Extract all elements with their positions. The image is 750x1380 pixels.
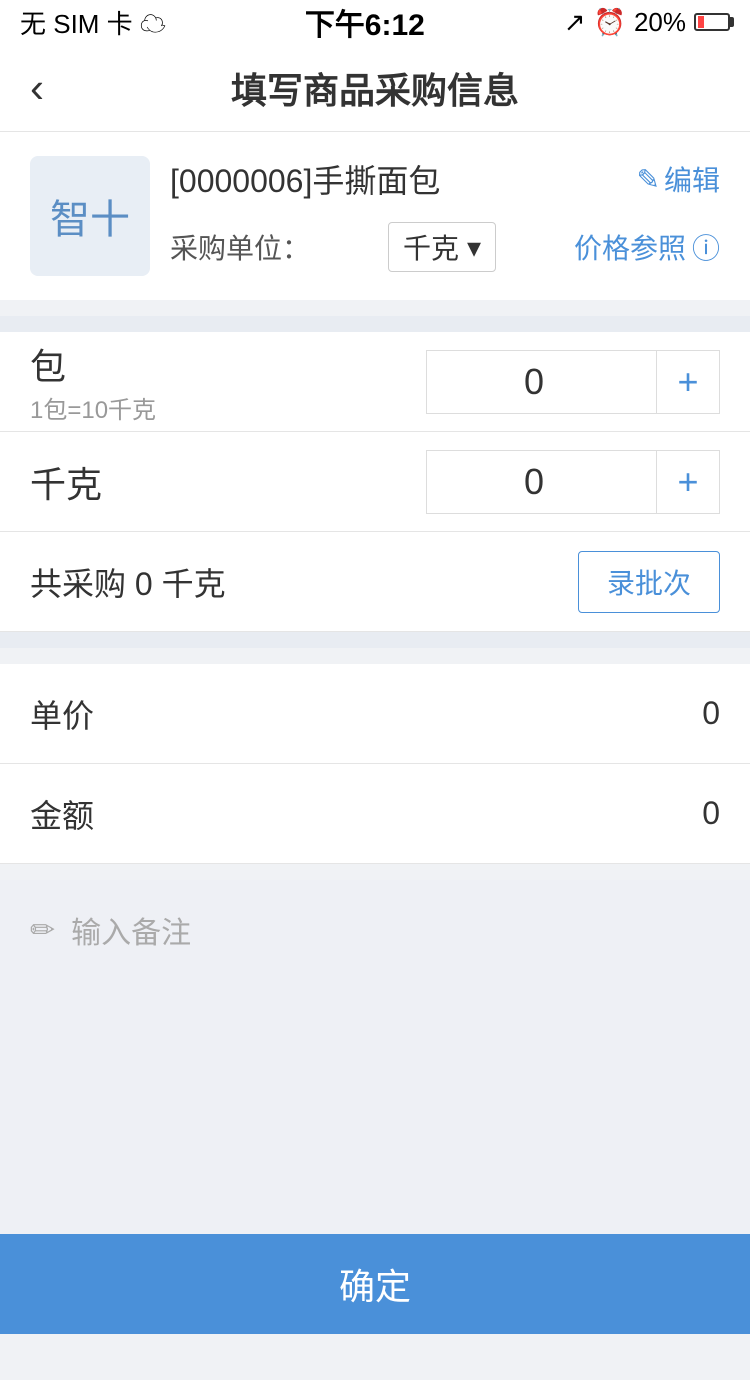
edit-icon: ✎ bbox=[637, 163, 660, 196]
product-logo-text: 智十 bbox=[50, 187, 130, 245]
status-right: ↗ ⏰ 20% bbox=[564, 7, 730, 38]
page-title: 填写商品采购信息 bbox=[231, 62, 519, 114]
kg-label-group: 千克 bbox=[30, 456, 190, 508]
edit-label: 编辑 bbox=[664, 159, 720, 199]
batch-button[interactable]: 录批次 bbox=[578, 551, 720, 613]
bag-label: 包 bbox=[30, 338, 190, 390]
input-section: 包 1包=10千克 + 千克 + bbox=[0, 332, 750, 532]
unit-price-row: 单价 0 bbox=[0, 664, 750, 764]
status-left: 无 SIM 卡 ☁ bbox=[20, 4, 166, 41]
kg-input-row: 千克 + bbox=[0, 432, 750, 532]
unit-price-label: 单价 bbox=[30, 691, 94, 737]
battery-percent: 20% bbox=[634, 7, 686, 38]
divider-1 bbox=[0, 316, 750, 332]
price-section: 单价 0 金额 0 bbox=[0, 664, 750, 864]
amount-label: 金额 bbox=[30, 791, 94, 837]
unit-select[interactable]: 千克 ▾ bbox=[388, 222, 496, 272]
kg-input-group: + bbox=[426, 450, 720, 514]
bag-input-group: + bbox=[426, 350, 720, 414]
summary-row: 共采购 0 千克 录批次 bbox=[0, 532, 750, 632]
kg-plus-button[interactable]: + bbox=[656, 450, 720, 514]
back-button[interactable]: ‹ bbox=[30, 67, 44, 109]
status-bar: 无 SIM 卡 ☁ 下午6:12 ↗ ⏰ 20% bbox=[0, 0, 750, 44]
edit-button[interactable]: ✎ 编辑 bbox=[637, 159, 720, 199]
kg-label: 千克 bbox=[30, 456, 190, 508]
product-name-row: [0000006]手撕面包 ✎ 编辑 bbox=[170, 156, 720, 202]
amount-row: 金额 0 bbox=[0, 764, 750, 864]
product-card: 智十 [0000006]手撕面包 ✎ 编辑 采购单位： 千克 ▾ 价格参照 ⓘ bbox=[0, 132, 750, 300]
location-icon: ↗ bbox=[564, 7, 586, 38]
bag-sub-label: 1包=10千克 bbox=[30, 390, 190, 425]
summary-text: 共采购 0 千克 bbox=[30, 559, 226, 605]
confirm-bar[interactable]: 确定 bbox=[0, 1234, 750, 1334]
product-image: 智十 bbox=[30, 156, 150, 276]
price-ref-button[interactable]: 价格参照 ⓘ bbox=[574, 227, 720, 267]
bag-plus-button[interactable]: + bbox=[656, 350, 720, 414]
bag-input[interactable] bbox=[426, 350, 656, 414]
amount-value: 0 bbox=[702, 795, 720, 832]
alarm-icon: ⏰ bbox=[594, 7, 626, 38]
unit-value: 千克 bbox=[403, 227, 459, 267]
sim-status: 无 SIM 卡 ☁ bbox=[20, 4, 166, 41]
bag-input-row: 包 1包=10千克 + bbox=[0, 332, 750, 432]
price-ref-label: 价格参照 bbox=[574, 227, 686, 267]
status-time: 下午6:12 bbox=[305, 0, 425, 44]
nav-bar: ‹ 填写商品采购信息 bbox=[0, 44, 750, 132]
purchase-unit-row: 采购单位： 千克 ▾ 价格参照 ⓘ bbox=[170, 222, 720, 272]
unit-label: 采购单位： bbox=[170, 227, 310, 267]
confirm-button-label: 确定 bbox=[339, 1258, 411, 1310]
pencil-icon: ✏ bbox=[30, 913, 55, 948]
product-name: [0000006]手撕面包 bbox=[170, 156, 440, 202]
dropdown-icon: ▾ bbox=[467, 231, 481, 264]
remark-placeholder: 输入备注 bbox=[71, 908, 191, 952]
bag-label-group: 包 1包=10千克 bbox=[30, 338, 190, 425]
divider-2 bbox=[0, 632, 750, 648]
product-info: [0000006]手撕面包 ✎ 编辑 采购单位： 千克 ▾ 价格参照 ⓘ bbox=[170, 156, 720, 272]
remark-section[interactable]: ✏ 输入备注 bbox=[0, 880, 750, 980]
battery-icon bbox=[694, 13, 730, 31]
info-icon: ⓘ bbox=[692, 227, 720, 267]
kg-input[interactable] bbox=[426, 450, 656, 514]
unit-price-value: 0 bbox=[702, 695, 720, 732]
